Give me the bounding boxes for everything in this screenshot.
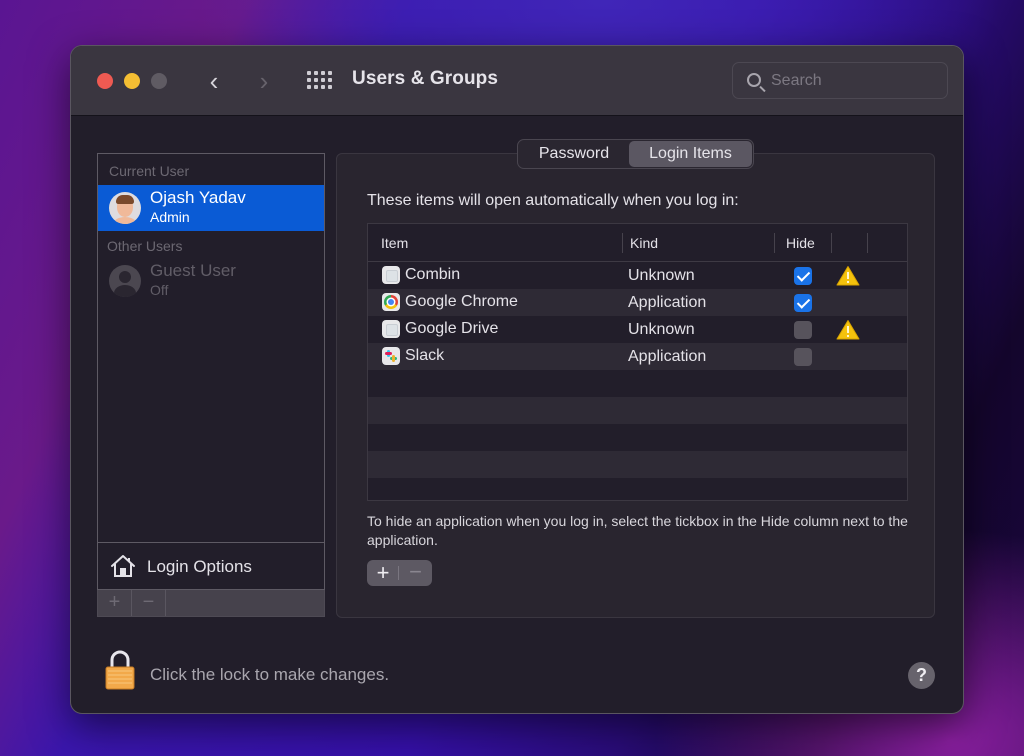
user-row-guest-user[interactable]: Guest User Off [98,258,324,304]
login-options-label: Login Options [147,557,252,576]
column-header-hide[interactable]: Hide [786,235,815,251]
user-list: Current User Ojash Yadav Admin Other Use… [97,153,325,543]
user-name: Ojash Yadav [150,188,246,207]
item-name: Combin [405,266,461,283]
minimize-button[interactable] [124,73,140,89]
empty-row [368,451,907,478]
column-divider [831,233,832,253]
column-divider [867,233,868,253]
hide-checkbox[interactable] [794,348,812,366]
login-items-table: Item Kind Hide Combin Unknown Google Chr… [367,223,908,501]
table-row[interactable]: Google Drive Unknown [368,316,907,343]
hide-checkbox[interactable] [794,294,812,312]
house-icon [111,555,135,577]
table-row[interactable]: Google Chrome Application [368,289,907,316]
item-kind: Unknown [628,267,695,284]
search-field[interactable] [732,62,948,99]
search-input[interactable] [771,70,941,92]
column-divider [622,233,623,253]
generic-app-icon [382,266,400,284]
current-user-label: Current User [109,163,190,179]
warning-icon [836,266,860,286]
show-all-grid-icon[interactable] [307,71,332,91]
warning-icon [836,320,860,340]
hide-checkbox[interactable] [794,321,812,339]
remove-user-button[interactable]: − [132,590,166,616]
slack-icon [382,347,400,365]
hide-hint-text: To hide an application when you log in, … [367,513,908,548]
other-users-label: Other Users [107,238,183,254]
user-role: Admin [150,209,190,225]
lock-message: Click the lock to make changes. [150,665,390,684]
column-divider [774,233,775,253]
help-button[interactable]: ? [908,662,935,689]
empty-row [368,370,907,397]
user-role: Off [150,282,169,298]
item-kind: Unknown [628,321,695,338]
tab-control: Password Login Items [517,139,754,169]
lock-icon[interactable] [104,650,136,690]
forward-button[interactable]: › [252,66,276,96]
item-kind: Application [628,294,707,311]
add-user-button[interactable]: + [98,590,132,616]
user-name: Guest User [150,261,236,280]
title-bar: ‹ › Users & Groups [71,46,963,116]
user-list-controls: + − [97,590,325,617]
empty-row [368,424,907,451]
chrome-icon [382,293,400,311]
user-row-ojash-yadav[interactable]: Ojash Yadav Admin [98,185,324,231]
users-groups-window: ‹ › Users & Groups Current User Ojash Ya… [70,45,964,714]
empty-row [368,478,907,500]
window-title: Users & Groups [352,68,499,89]
login-options-button[interactable]: Login Options [97,542,325,590]
empty-row [368,397,907,424]
tab-login-items[interactable]: Login Items [629,141,752,167]
column-header-kind[interactable]: Kind [630,235,658,251]
table-header: Item Kind Hide [368,224,907,262]
table-row[interactable]: Slack Application [368,343,907,370]
remove-login-item-button[interactable]: − [399,560,432,586]
tab-password[interactable]: Password [519,141,629,167]
hide-checkbox[interactable] [794,267,812,285]
close-button[interactable] [97,73,113,89]
guest-avatar-icon [109,265,141,297]
zoom-button[interactable] [151,73,167,89]
login-items-heading: These items will open automatically when… [367,192,739,209]
item-kind: Application [628,348,707,365]
back-button[interactable]: ‹ [202,66,226,96]
memoji-avatar [109,192,141,224]
item-name: Google Drive [405,320,499,337]
add-login-item-button[interactable]: + [367,560,399,586]
table-row[interactable]: Combin Unknown [368,262,907,289]
search-icon [747,73,761,87]
login-items-add-remove: + − [367,560,432,586]
column-header-item[interactable]: Item [381,235,408,251]
item-name: Slack [405,347,445,364]
item-name: Google Chrome [405,293,518,310]
generic-app-icon [382,320,400,338]
